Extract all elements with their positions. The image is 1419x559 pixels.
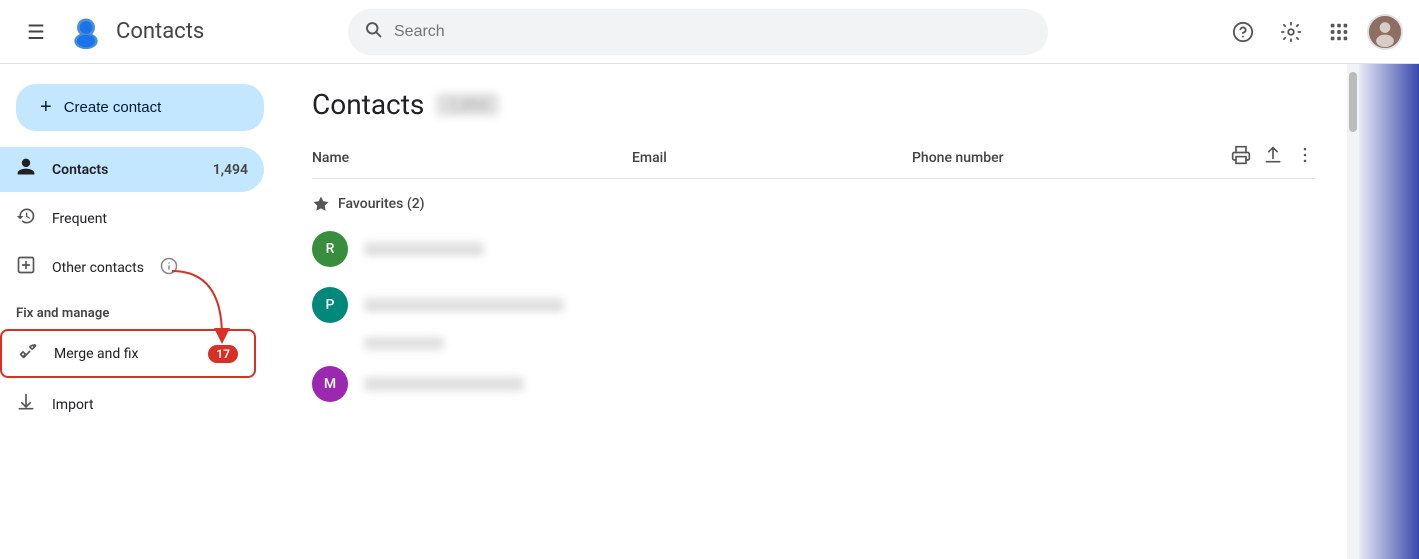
sidebar-item-import[interactable]: Import bbox=[0, 382, 264, 427]
contact-avatar: M bbox=[312, 366, 348, 402]
user-avatar[interactable] bbox=[1367, 14, 1403, 50]
sidebar-item-frequent[interactable]: Frequent bbox=[0, 196, 264, 241]
merge-fix-icon bbox=[18, 341, 38, 366]
other-contacts-label: Other contacts bbox=[52, 260, 144, 276]
topbar-left: ☰ Contacts bbox=[16, 12, 336, 52]
page-title-row: Contacts 1,494 bbox=[312, 88, 1315, 121]
contacts-label: Contacts bbox=[52, 162, 108, 178]
contacts-count: 1,494 bbox=[213, 162, 248, 178]
table-header: Name Email Phone number bbox=[312, 137, 1315, 179]
app-title: Contacts bbox=[116, 19, 204, 44]
plus-icon: + bbox=[40, 96, 52, 119]
search-input[interactable] bbox=[394, 23, 1032, 41]
sidebar-item-contacts[interactable]: Contacts 1,494 bbox=[0, 147, 264, 192]
settings-button[interactable] bbox=[1271, 12, 1311, 52]
company-name bbox=[364, 337, 444, 350]
sidebar: + Create contact Contacts 1,494 Frequent… bbox=[0, 64, 280, 559]
search-bar[interactable] bbox=[348, 9, 1048, 55]
main-content: Contacts 1,494 Name Email Phone number bbox=[280, 64, 1347, 559]
frequent-icon bbox=[16, 206, 36, 231]
print-icon[interactable] bbox=[1231, 145, 1251, 170]
merge-fix-label: Merge and fix bbox=[54, 346, 138, 362]
contact-name bbox=[364, 242, 484, 256]
sidebar-item-merge-fix[interactable]: Merge and fix 17 bbox=[0, 329, 256, 378]
contact-phone bbox=[364, 377, 524, 391]
hamburger-icon: ☰ bbox=[27, 20, 45, 44]
contacts-total-count: 1,494 bbox=[436, 93, 499, 116]
fix-manage-section-label: Fix and manage bbox=[0, 294, 280, 325]
star-icon bbox=[312, 195, 330, 213]
more-options-icon[interactable] bbox=[1295, 145, 1315, 170]
menu-button[interactable]: ☰ bbox=[16, 12, 56, 52]
other-contacts-icon bbox=[16, 255, 36, 280]
scrollbar-thumb bbox=[1349, 72, 1357, 132]
right-edge-decoration bbox=[1359, 64, 1419, 559]
frequent-label: Frequent bbox=[52, 211, 107, 227]
contact-row[interactable]: P bbox=[312, 277, 1315, 333]
content-header: Contacts 1,494 bbox=[312, 88, 1315, 129]
page-title: Contacts bbox=[312, 88, 424, 121]
contact-row[interactable]: M bbox=[312, 356, 1315, 412]
app-logo bbox=[68, 14, 104, 50]
contact-row[interactable]: R bbox=[312, 221, 1315, 277]
topbar: ☰ Contacts bbox=[0, 0, 1419, 64]
create-contact-button[interactable]: + Create contact bbox=[16, 84, 264, 131]
main-layout: + Create contact Contacts 1,494 Frequent… bbox=[0, 64, 1419, 559]
sidebar-item-other-contacts[interactable]: Other contacts bbox=[0, 245, 264, 290]
contact-name bbox=[364, 298, 564, 312]
import-label: Import bbox=[52, 397, 94, 413]
export-icon[interactable] bbox=[1263, 145, 1283, 170]
favourites-section: Favourites (2) bbox=[312, 179, 1315, 221]
scrollbar[interactable] bbox=[1347, 64, 1359, 559]
merge-fix-badge: 17 bbox=[208, 345, 238, 363]
column-phone: Phone number bbox=[912, 150, 1231, 166]
create-contact-label: Create contact bbox=[64, 99, 162, 116]
favourites-label: Favourites (2) bbox=[338, 196, 425, 212]
help-button[interactable] bbox=[1223, 12, 1263, 52]
apps-button[interactable] bbox=[1319, 12, 1359, 52]
company-row bbox=[312, 333, 1315, 356]
search-icon bbox=[364, 20, 382, 43]
column-name: Name bbox=[312, 150, 632, 166]
contact-avatar: R bbox=[312, 231, 348, 267]
import-icon bbox=[16, 392, 36, 417]
column-actions bbox=[1231, 145, 1315, 170]
column-email: Email bbox=[632, 150, 912, 166]
other-contacts-info-icon bbox=[160, 257, 178, 279]
topbar-right bbox=[1223, 12, 1403, 52]
contact-avatar: P bbox=[312, 287, 348, 323]
contacts-icon bbox=[16, 157, 36, 182]
